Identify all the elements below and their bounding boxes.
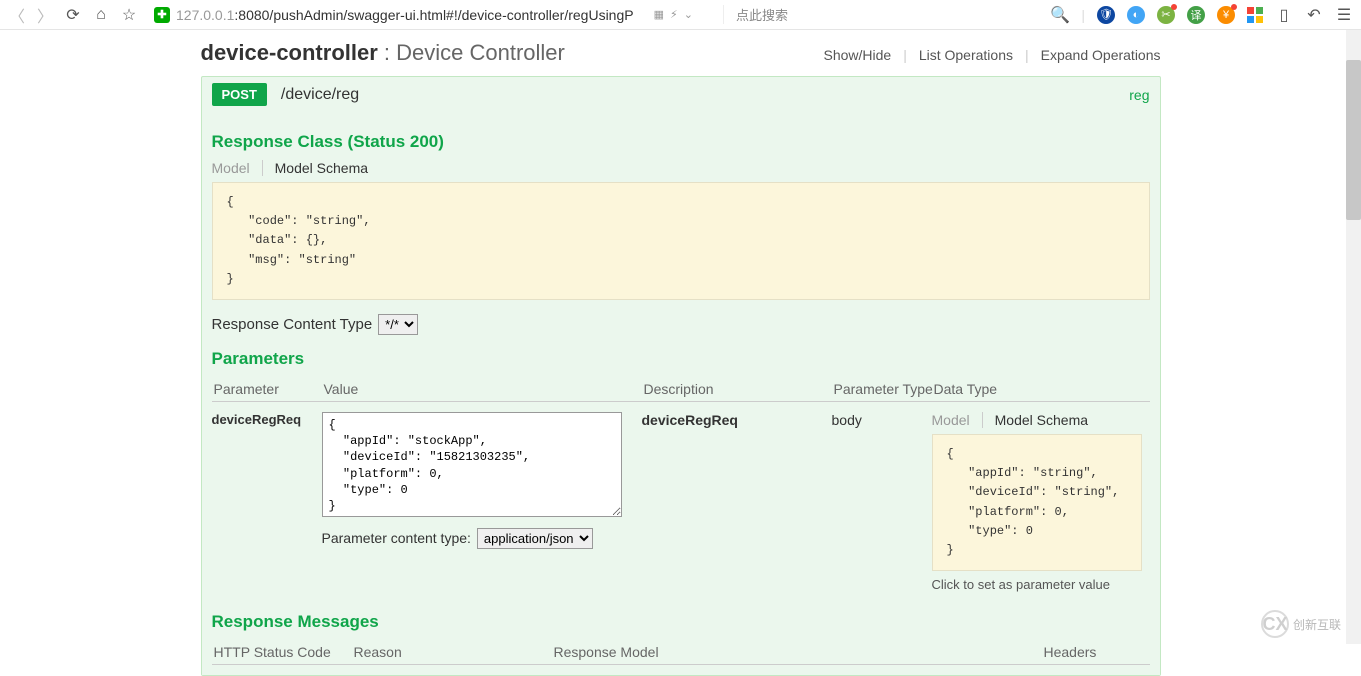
dtype-schema-box[interactable]: { "appId": "string", "deviceId": "string… [932,434,1142,571]
param-description: deviceRegReq [642,412,832,592]
col-headers: Headers [1044,644,1164,660]
ext-scissors-icon[interactable]: ✂ [1157,6,1175,24]
ext-wallet-icon[interactable]: ¥ [1217,6,1235,24]
endpoint-path: /device/reg [281,86,359,104]
param-value-cell: Parameter content type: application/json [322,412,642,592]
param-content-type-label: Parameter content type: [322,530,471,546]
col-parameter-type: Parameter Type [834,381,934,397]
home-icon[interactable]: ⌂ [92,6,110,24]
col-response-model: Response Model [554,644,1044,660]
tab-model-schema[interactable]: Model Schema [275,160,380,176]
ext-globe-icon[interactable]: ◐ [1127,6,1145,24]
response-messages-title: Response Messages [212,612,1150,632]
undo-icon[interactable]: ↶ [1305,6,1323,24]
operation-link[interactable]: reg [1129,87,1149,103]
mobile-icon[interactable]: ▯ [1275,6,1293,24]
col-parameter: Parameter [214,381,324,397]
response-tabs: Model Model Schema [212,160,1150,176]
ext-shield-icon[interactable]: 🛡 [1097,6,1115,24]
col-status-code: HTTP Status Code [214,644,354,660]
expand-ops-link[interactable]: Expand Operations [1041,47,1161,63]
dtype-tab-model[interactable]: Model [932,412,983,428]
tab-model[interactable]: Model [212,160,263,176]
showhide-link[interactable]: Show/Hide [823,47,891,63]
watermark-logo-icon: CX [1261,610,1289,638]
refresh-icon[interactable]: ⟳ [64,6,82,24]
controller-desc: : Device Controller [384,40,565,65]
security-shield-icon: ✚ [154,7,170,23]
operation-header[interactable]: POST /device/reg reg [202,77,1160,112]
dtype-tab-model-schema[interactable]: Model Schema [995,412,1100,428]
param-content-type-select[interactable]: application/json [477,528,593,549]
qr-icon[interactable]: ▦ [654,8,664,21]
chevron-down-icon[interactable]: ⌄ [684,8,693,21]
watermark-text: 创新互联 [1293,616,1341,633]
search-icon[interactable]: 🔍 [1051,6,1069,24]
operation-body: Response Class (Status 200) Model Model … [202,112,1160,675]
response-schema-box[interactable]: { "code": "string", "data": {}, "msg": "… [212,182,1150,300]
url-suffix-icons[interactable]: ▦ ⚡︎ ⌄ [654,8,693,21]
param-type: body [832,412,932,592]
url-text: 127.0.0.1:8080/pushAdmin/swagger-ui.html… [176,7,634,23]
controller-operations: Show/Hide| List Operations| Expand Opera… [823,47,1160,63]
watermark: CX 创新互联 [1261,610,1341,638]
swagger-content: device-controller : Device Controller Sh… [201,30,1161,676]
param-name: deviceRegReq [212,412,322,592]
page-viewport: device-controller : Device Controller Sh… [0,30,1361,644]
param-datatype-cell: Model Model Schema { "appId": "string", … [932,412,1152,592]
col-description: Description [644,381,834,397]
parameters-table-header: Parameter Value Description Parameter Ty… [212,377,1150,402]
col-value: Value [324,381,644,397]
controller-name[interactable]: device-controller [201,40,378,65]
lightning-icon[interactable]: ⚡︎ [670,8,678,21]
scrollbar-thumb[interactable] [1346,60,1361,220]
url-bar[interactable]: ✚ 127.0.0.1:8080/pushAdmin/swagger-ui.ht… [154,7,634,23]
operation-block: POST /device/reg reg Response Class (Sta… [201,76,1161,676]
menu-icon[interactable]: ☰ [1335,6,1353,24]
bookmark-icon[interactable]: ☆ [120,6,138,24]
param-body-input[interactable] [322,412,622,517]
back-icon[interactable]: 〈 [8,6,26,24]
col-reason: Reason [354,644,554,660]
forward-icon[interactable]: 〉 [36,6,54,24]
dtype-tabs: Model Model Schema [932,412,1152,428]
parameter-row: deviceRegReq Parameter content type: app… [212,402,1150,592]
list-ops-link[interactable]: List Operations [919,47,1013,63]
controller-header: device-controller : Device Controller Sh… [201,40,1161,66]
response-content-type-select[interactable]: */* [378,314,418,335]
response-class-title: Response Class (Status 200) [212,132,1150,152]
parameters-title: Parameters [212,349,1150,369]
apps-grid-icon[interactable] [1247,7,1263,23]
http-method-badge: POST [212,83,267,106]
dtype-hint[interactable]: Click to set as parameter value [932,577,1152,592]
browser-toolbar: 〈 〉 ⟳ ⌂ ☆ ✚ 127.0.0.1:8080/pushAdmin/swa… [0,0,1361,30]
col-data-type: Data Type [934,381,1154,397]
browser-search-input[interactable]: 点此搜索 [723,5,843,24]
ext-translate-icon[interactable]: 译 [1187,6,1205,24]
response-content-type-label: Response Content Type [212,316,373,333]
